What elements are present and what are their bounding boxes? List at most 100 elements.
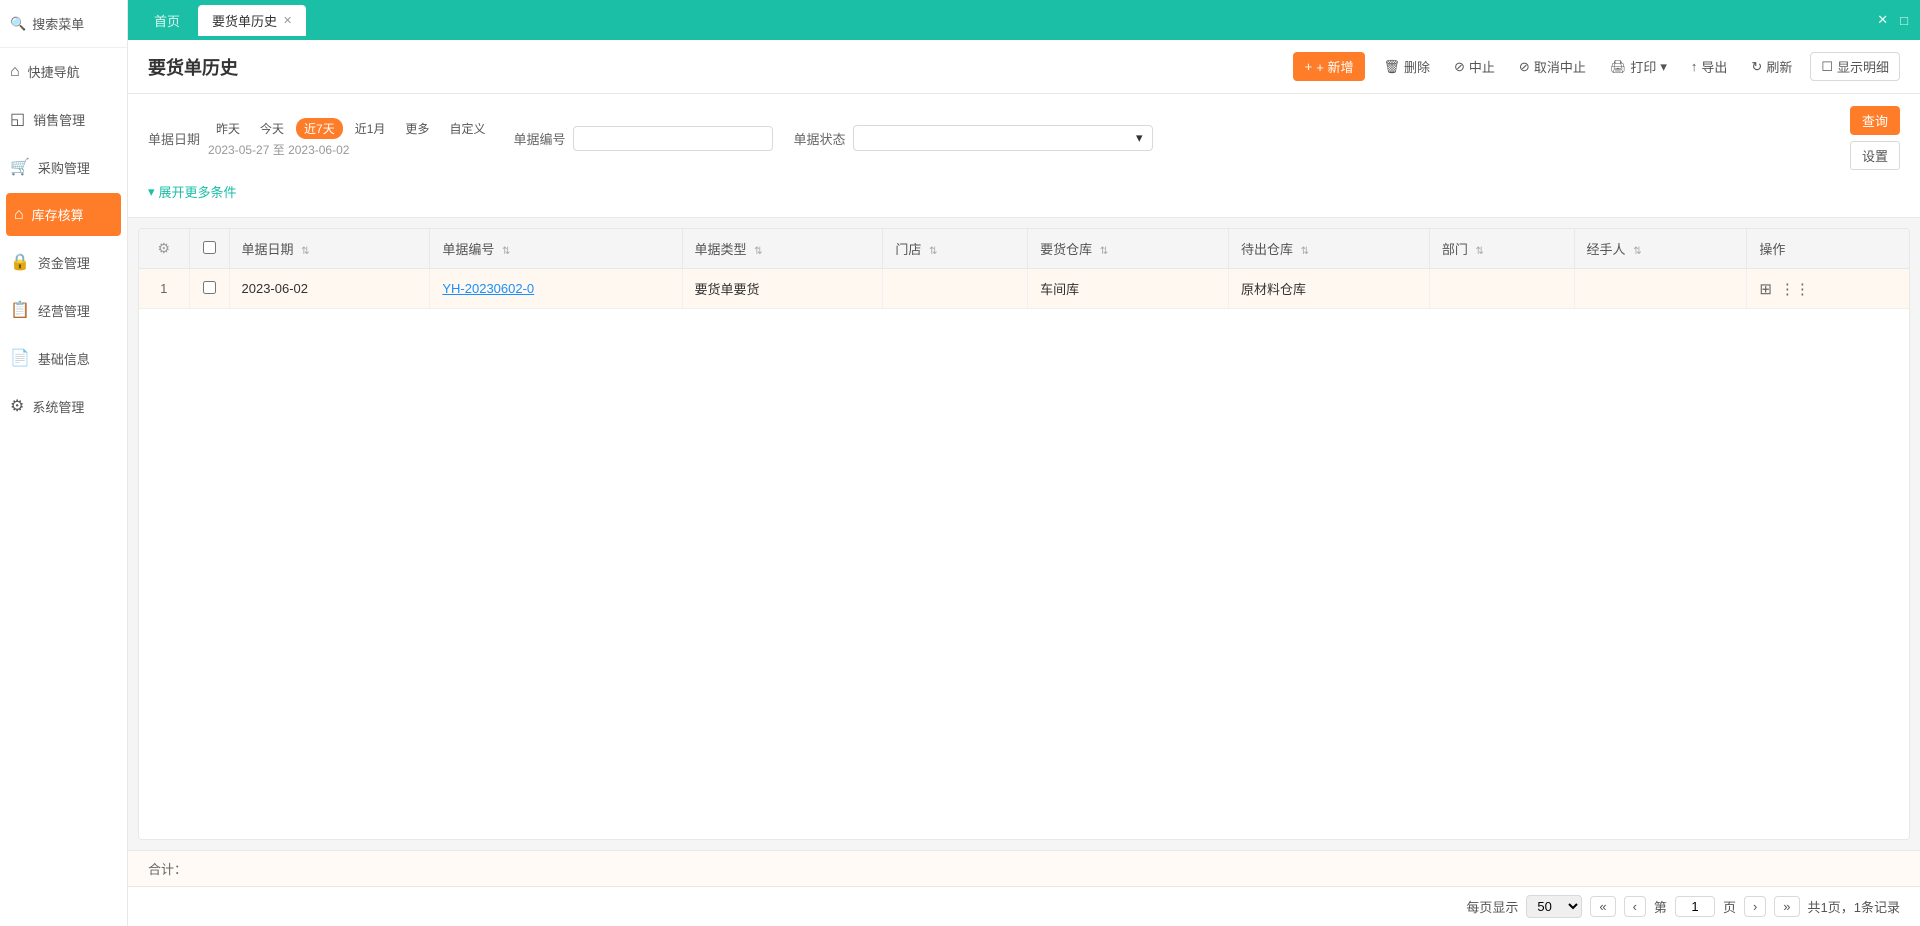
th-dept: 部门 ⇅ [1429,229,1574,269]
th-docno-label: 单据编号 [442,242,494,257]
print-icon: 🖨 [1610,59,1627,75]
th-store-label: 门店 [895,242,921,257]
sidebar-item-sales[interactable]: ◱ 销售管理 [0,95,127,143]
th-req-warehouse: 要货仓库 ⇅ [1028,229,1229,269]
th-date-label: 单据日期 [242,242,294,257]
tab-requisition-history[interactable]: 要货单历史 ✕ [198,5,306,36]
date-btn-custom[interactable]: 自定义 [441,118,493,139]
docno-filter-label: 单据编号 [513,129,565,148]
more-action-icon[interactable]: ⋮⋮ [1780,280,1810,298]
row-checkbox[interactable] [203,281,216,294]
sidebar-item-base[interactable]: 📄 基础信息 [0,334,127,382]
row-pending-warehouse: 原材料仓库 [1241,282,1306,297]
sidebar-search-label: 搜索菜单 [32,14,84,33]
settings-button[interactable]: 设置 [1850,141,1900,170]
display-checkbox-icon: ☐ [1821,59,1833,75]
print-button[interactable]: 🖨 打印 ▾ [1604,53,1673,80]
sidebar-item-quick-nav[interactable]: ⌂ 快捷导航 [0,48,127,95]
docno-input[interactable] [573,126,773,151]
sort-docno-icon[interactable]: ⇅ [502,246,510,257]
sort-reqwh-icon[interactable]: ⇅ [1100,246,1108,257]
td-doc-no: YH-20230602-0 [430,269,682,309]
th-settings: ⚙ [139,229,189,269]
th-pendwh-label: 待出仓库 [1241,242,1293,257]
system-icon: ⚙ [10,396,24,416]
next-page-button[interactable]: › [1744,896,1766,917]
td-store [883,269,1028,309]
cancel-stop-icon: ⊘ [1519,59,1530,75]
tab-home[interactable]: 首页 [140,5,194,36]
sidebar-item-purchase[interactable]: 🛒 采购管理 [0,143,127,191]
export-button[interactable]: ↑ 导出 [1685,53,1734,80]
sort-pendwh-icon[interactable]: ⇅ [1301,246,1309,257]
row-doc-no-link[interactable]: YH-20230602-0 [442,281,534,296]
sort-date-icon[interactable]: ⇅ [301,246,309,257]
export-label: 导出 [1701,57,1727,76]
page-size-select[interactable]: 20 50 100 [1526,895,1582,918]
sidebar-item-system[interactable]: ⚙ 系统管理 [0,382,127,430]
display-detail-label: 显示明细 [1837,57,1889,76]
date-btn-1month[interactable]: 近1月 [347,118,394,139]
expand-button[interactable]: ▾ 展开更多条件 [148,182,237,201]
date-btn-more[interactable]: 更多 [397,118,437,139]
sidebar-item-operations[interactable]: 📋 经营管理 [0,286,127,334]
delete-button[interactable]: 🗑 删除 [1377,53,1436,80]
sales-icon: ◱ [10,109,25,129]
page-number-input[interactable] [1675,896,1715,917]
sort-store-icon[interactable]: ⇅ [929,246,937,257]
tab-requisition-label: 要货单历史 [212,11,277,30]
print-dropdown-icon: ▾ [1660,59,1667,75]
row-req-warehouse: 车间库 [1040,282,1079,297]
cancel-stop-button[interactable]: ⊘ 取消中止 [1513,53,1592,80]
action-icons: ⊞ ⋮⋮ [1759,280,1897,298]
filter-row-1: 单据日期 昨天 今天 近7天 近1月 更多 自定义 2023-05-27 至 2… [148,106,1900,170]
th-action: 操作 [1747,229,1909,269]
td-date: 2023-06-02 [229,269,430,309]
sidebar-item-label: 经营管理 [38,301,90,320]
sidebar-item-label: 资金管理 [38,253,90,272]
status-select[interactable]: ▾ [853,125,1153,151]
prev-page-button[interactable]: ‹ [1624,896,1646,917]
topbar-close-icon[interactable]: ✕ [1877,12,1888,28]
first-page-button[interactable]: « [1590,896,1615,917]
last-page-button[interactable]: » [1774,896,1799,917]
th-dept-label: 部门 [1442,242,1468,257]
refresh-button[interactable]: ↻ 刷新 [1745,53,1798,80]
date-btn-7days[interactable]: 近7天 [296,118,343,139]
th-checkbox [189,229,229,269]
status-dropdown-icon: ▾ [1136,130,1143,146]
td-checkbox [189,269,229,309]
view-action-icon[interactable]: ⊞ [1759,280,1772,298]
new-label: + 新增 [1316,57,1353,76]
topbar-maximize-icon[interactable]: □ [1900,13,1908,28]
row-doc-type: 要货单要货 [695,282,760,297]
refresh-icon: ↻ [1751,59,1762,75]
column-settings-icon[interactable]: ⚙ [157,240,170,256]
sidebar-item-inventory[interactable]: ⌂ 库存核算 [6,193,121,236]
sidebar-item-label: 采购管理 [38,158,90,177]
stop-label: 中止 [1469,57,1495,76]
tab-home-label: 首页 [154,11,180,30]
sort-dept-icon[interactable]: ⇅ [1475,246,1483,257]
query-button[interactable]: 查询 [1850,106,1900,135]
tab-close-icon[interactable]: ✕ [283,14,292,27]
date-filter-label: 单据日期 [148,129,200,148]
th-doc-type: 单据类型 ⇅ [682,229,883,269]
sidebar-item-label: 系统管理 [32,397,84,416]
stop-button[interactable]: ⊘ 中止 [1448,53,1501,80]
date-btn-today[interactable]: 今天 [252,118,292,139]
sidebar-item-finance[interactable]: 🔒 资金管理 [0,238,127,286]
search-icon: 🔍 [10,16,26,32]
inventory-icon: ⌂ [14,206,24,224]
date-btn-yesterday[interactable]: 昨天 [208,118,248,139]
new-button[interactable]: + + 新增 [1293,52,1366,81]
select-all-checkbox[interactable] [203,241,216,254]
sidebar-search[interactable]: 🔍 搜索菜单 [0,0,127,48]
operations-icon: 📋 [10,300,30,320]
sort-handler-icon[interactable]: ⇅ [1633,246,1641,257]
display-detail-button[interactable]: ☐ 显示明细 [1810,52,1900,81]
query-label: 查询 [1862,111,1888,130]
table-footer: 合计： [128,850,1920,886]
sort-doctype-icon[interactable]: ⇅ [754,246,762,257]
row-date: 2023-06-02 [242,281,309,296]
